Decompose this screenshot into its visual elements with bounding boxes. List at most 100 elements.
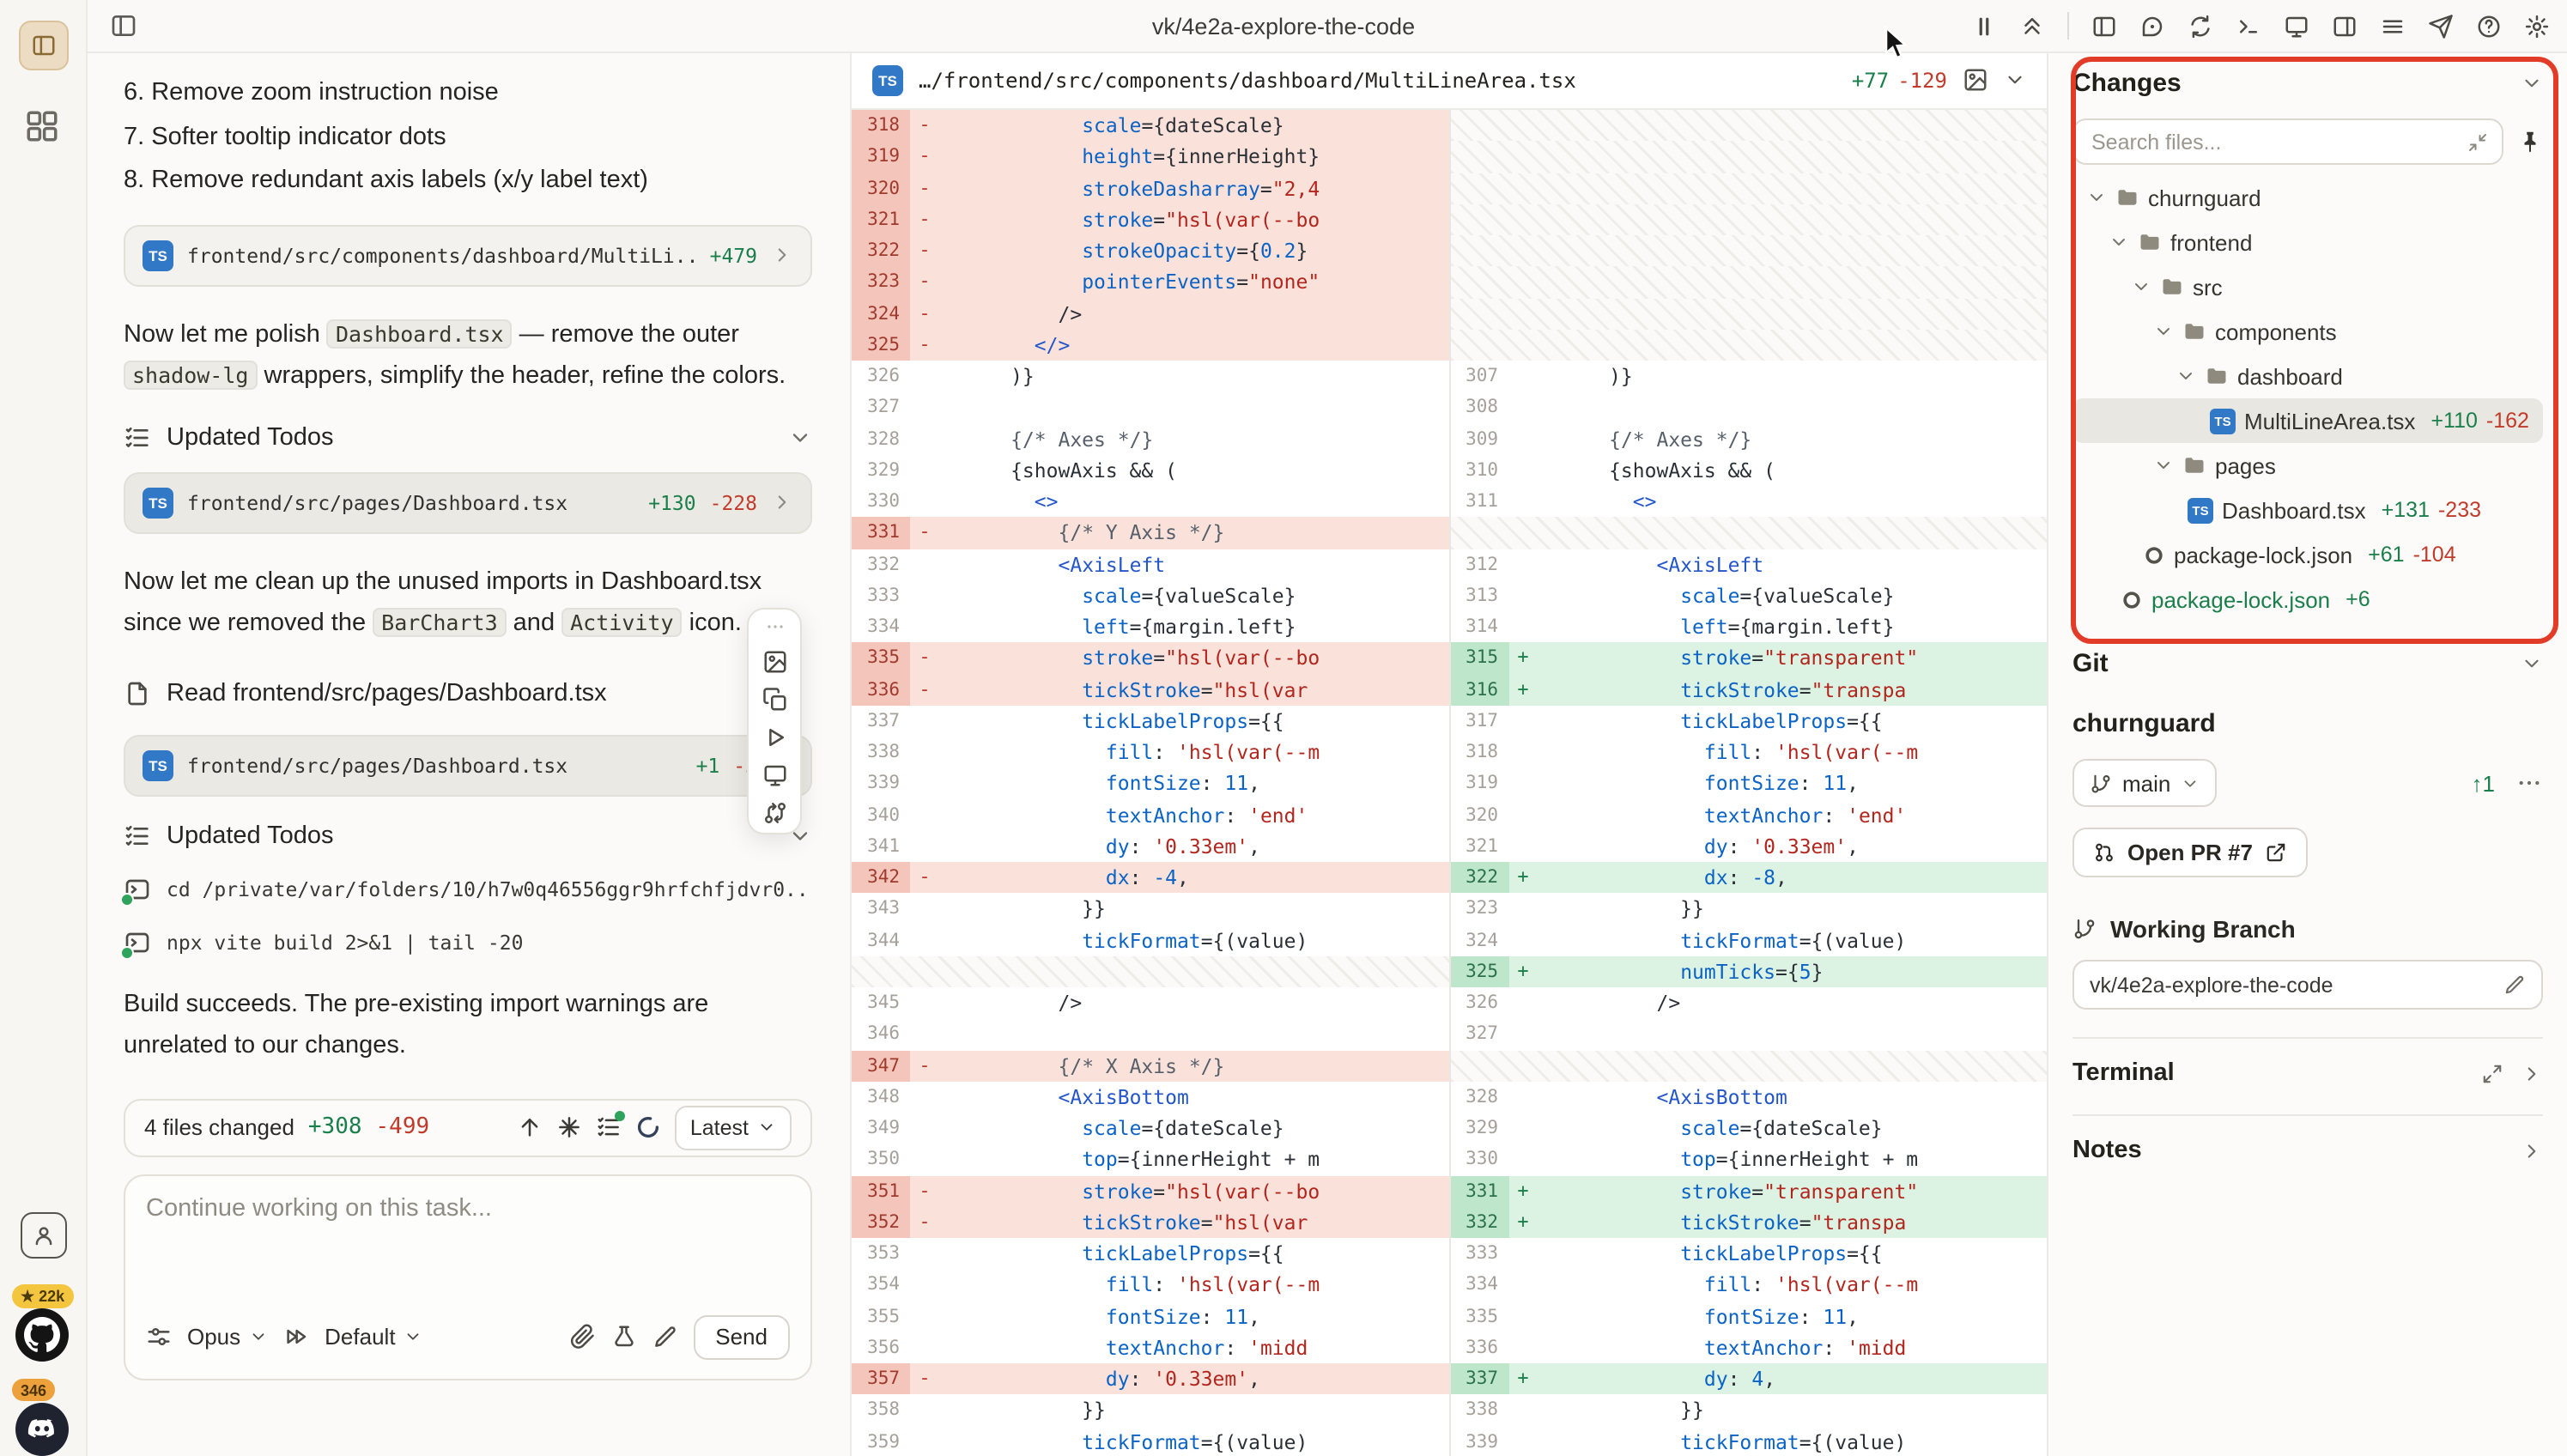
tree-item-package-lock-json[interactable]: package-lock.json+6	[2072, 577, 2543, 622]
drag-handle-dots-icon[interactable]	[762, 616, 787, 637]
screenshot-image-icon[interactable]	[762, 649, 787, 675]
composer-placeholder[interactable]: Continue working on this task...	[146, 1194, 790, 1222]
git-section-header[interactable]: Git	[2072, 649, 2543, 678]
tree-item-dashboard[interactable]: dashboard	[2072, 354, 2543, 398]
tree-item-dashboard-tsx[interactable]: TSDashboard.tsx+131-233	[2072, 488, 2543, 532]
tree-item-pages[interactable]: pages	[2072, 443, 2543, 488]
changes-section-header[interactable]: Changes	[2072, 69, 2543, 98]
line-number: 313	[1450, 580, 1508, 612]
diff-row: 351- stroke="hsl(var(--bo331+ stroke="tr…	[852, 1175, 2047, 1207]
diff-line: 343 }}	[852, 894, 1448, 925]
working-branch-field[interactable]: vk/4e2a-explore-the-code	[2072, 960, 2543, 1010]
fast-forward-icon[interactable]	[283, 1324, 309, 1350]
read-file-row[interactable]: Read frontend/src/pages/Dashboard.tsx	[124, 679, 812, 707]
updated-todos-label: Updated Todos	[167, 423, 773, 451]
tree-item-churnguard[interactable]: churnguard	[2072, 175, 2543, 220]
diff-row: 327308	[852, 392, 2047, 424]
branch-selector[interactable]: main	[2072, 759, 2217, 807]
updated-todos-row[interactable]: Updated Todos	[124, 822, 812, 849]
terminal-icon[interactable]	[2236, 13, 2261, 39]
code-line: stroke="hsl(var(--bo	[939, 204, 1448, 236]
collapse-diagonal-icon[interactable]	[2467, 131, 2488, 152]
line-number: 354	[852, 1270, 910, 1301]
diff-sign: -	[910, 204, 939, 236]
search-files-input[interactable]	[2088, 128, 2457, 155]
file-change-card[interactable]: TS frontend/src/components/dashboard/Mul…	[124, 224, 812, 286]
diff-line: 334 fill: 'hsl(var(--m	[1448, 1270, 2047, 1301]
code-line: {/* Axes */}	[1538, 423, 2047, 455]
play-icon[interactable]	[762, 725, 787, 750]
tree-item-package-lock-json[interactable]: package-lock.json+61-104	[2072, 532, 2543, 577]
chat-bubble-icon[interactable]	[2139, 13, 2165, 39]
chevron-down-icon[interactable]	[2004, 69, 2026, 91]
tree-item-frontend[interactable]: frontend	[2072, 220, 2543, 264]
monitor-icon[interactable]	[762, 762, 787, 788]
command-text: cd /private/var/folders/10/h7w0q46556ggr…	[167, 877, 812, 901]
diff-line: 326 )}	[852, 361, 1448, 392]
copy-icon[interactable]	[762, 687, 787, 713]
grid-workspaces-icon[interactable]	[24, 108, 60, 144]
diff-line: 324- />	[852, 298, 1448, 330]
send-button[interactable]: Send	[693, 1314, 790, 1359]
tree-item-src[interactable]: src	[2072, 264, 2543, 309]
tree-item-multilinearea-tsx[interactable]: TSMultiLineArea.tsx+110-162	[2072, 398, 2543, 443]
pen-icon[interactable]	[652, 1324, 677, 1350]
diff-empty-cell	[1448, 173, 2047, 204]
flask-icon[interactable]	[610, 1324, 636, 1350]
file-change-card[interactable]: TS frontend/src/pages/Dashboard.tsx +130…	[124, 471, 812, 533]
notes-section-header[interactable]: Notes	[2072, 1114, 2543, 1164]
latest-dropdown[interactable]: Latest	[675, 1105, 792, 1150]
diff-line: 318- scale={dateScale}	[852, 110, 1448, 142]
expand-icon[interactable]	[2481, 1062, 2503, 1084]
search-files-box[interactable]	[2072, 118, 2503, 165]
message-composer[interactable]: Continue working on this task... Opus De…	[124, 1174, 812, 1380]
edit-pencil-icon[interactable]	[2503, 974, 2526, 996]
tune-sliders-icon[interactable]	[146, 1324, 172, 1350]
line-number: 329	[1450, 1113, 1508, 1144]
help-icon[interactable]	[2476, 13, 2502, 39]
model-dropdown[interactable]: Opus	[187, 1324, 268, 1350]
tree-item-components[interactable]: components	[2072, 309, 2543, 354]
github-button[interactable]	[15, 1308, 69, 1362]
panel-left-icon[interactable]	[2091, 13, 2117, 39]
attachment-paperclip-icon[interactable]	[569, 1324, 595, 1350]
chevron-right-icon	[771, 491, 793, 513]
diff-row: 341 dy: '0.33em',321 dy: '0.33em',	[852, 831, 2047, 863]
more-options-icon[interactable]	[2515, 769, 2543, 797]
terminal-command-row[interactable]: npx vite build 2>&1 | tail -20	[124, 928, 812, 956]
asterisk-icon[interactable]	[556, 1114, 582, 1140]
file-change-card[interactable]: TS frontend/src/pages/Dashboard.tsx +1 -…	[124, 734, 812, 796]
git-compare-icon[interactable]	[762, 800, 787, 826]
monitor-icon[interactable]	[2284, 13, 2309, 39]
pin-icon[interactable]	[2517, 129, 2543, 155]
profile-button[interactable]	[21, 1212, 67, 1259]
sync-icon[interactable]	[2188, 13, 2213, 39]
workspace-app-button[interactable]	[19, 21, 69, 70]
terminal-command-row[interactable]: cd /private/var/folders/10/h7w0q46556ggr…	[124, 875, 812, 902]
collapse-all-icon[interactable]	[2019, 13, 2045, 39]
diff-row: 354 fill: 'hsl(var(--m334 fill: 'hsl(var…	[852, 1270, 2047, 1301]
share-icon[interactable]	[2428, 13, 2454, 39]
discord-button[interactable]	[15, 1403, 69, 1456]
diff-sign	[910, 1082, 939, 1113]
diff-sign	[910, 392, 939, 424]
code-line: tickStroke="transpa	[1538, 1207, 2047, 1239]
terminal-section-header[interactable]: Terminal	[2072, 1037, 2543, 1087]
pause-icon[interactable]	[1971, 13, 1997, 39]
panel-right-icon[interactable]	[2332, 13, 2358, 39]
line-number: 307	[1450, 361, 1508, 392]
image-diff-icon[interactable]	[1963, 67, 1988, 93]
ts-file-icon: TS	[872, 64, 903, 95]
diff-sign: -	[910, 643, 939, 675]
code-line: strokeOpacity={0.2}	[939, 235, 1448, 267]
open-pr-button[interactable]: Open PR #7	[2072, 828, 2308, 877]
arrow-up-icon[interactable]	[517, 1114, 543, 1140]
code-line: fill: 'hsl(var(--m	[939, 737, 1448, 768]
diff-line: 347- {/* X Axis */}	[852, 1050, 1448, 1082]
diff-row: 325- </>	[852, 330, 2047, 361]
settings-gear-icon[interactable]	[2524, 13, 2550, 39]
diff-empty-cell	[852, 956, 1448, 988]
menu-icon[interactable]	[2380, 13, 2406, 39]
updated-todos-row[interactable]: Updated Todos	[124, 423, 812, 451]
mode-dropdown[interactable]: Default	[325, 1324, 422, 1350]
